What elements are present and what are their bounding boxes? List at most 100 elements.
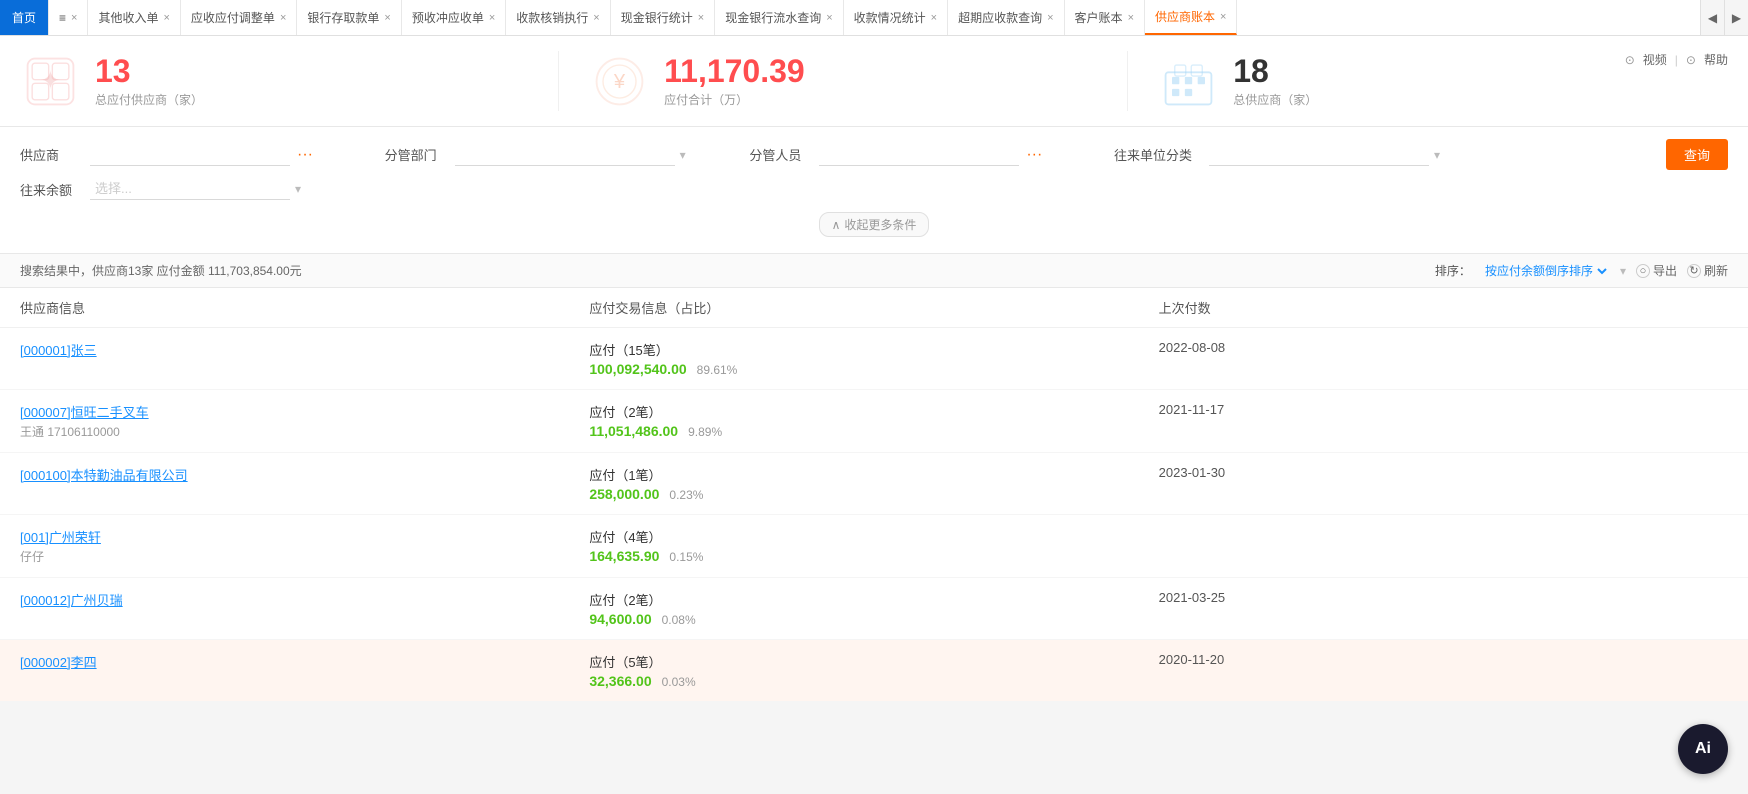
sort-chevron-icon[interactable]: ▾ xyxy=(1620,264,1626,278)
supplier-link[interactable]: [000001]张三 xyxy=(20,340,589,359)
stat-number-1: 13 xyxy=(95,55,528,87)
supplier-link[interactable]: [000002]李四 xyxy=(20,652,589,671)
supplier-info-cell: [000007]恒旺二手叉车 王通 17106110000 xyxy=(20,402,589,440)
stat-block-payable-suppliers: ✦ 13 总应付供应商（家） xyxy=(20,51,559,111)
table-row: [000001]张三 应付（15笔） 100,092,540.00 89.61%… xyxy=(0,328,1748,390)
person-filter-label: 分管人员 xyxy=(749,145,814,164)
export-label: 导出 xyxy=(1653,262,1677,279)
supplier-link[interactable]: [001]广州荣轩 xyxy=(20,527,589,546)
collapse-label: 收起更多条件 xyxy=(844,216,916,233)
last-pay-cell: 2023-01-30 xyxy=(1159,465,1728,480)
sort-select[interactable]: 按应付余额倒序排序 xyxy=(1481,263,1610,279)
nav-arrow-left[interactable]: ◀ xyxy=(1700,0,1724,36)
nav-tab-menu[interactable]: ≡ × xyxy=(49,0,88,35)
filter-area: 供应商 ··· 分管部门 ▾ 分管人员 ··· 往来单位分类 ▾ 查询 往来余额 xyxy=(0,127,1748,254)
help-icon: ⊙ xyxy=(1686,53,1696,67)
tx-label: 应付（5笔） xyxy=(589,652,1158,671)
collapse-button[interactable]: ∧ 收起更多条件 xyxy=(819,212,930,237)
stat-number-3: 18 xyxy=(1233,55,1564,87)
filter-group-department: 分管部门 ▾ xyxy=(385,144,740,166)
nav-home[interactable]: 首页 xyxy=(0,0,49,35)
top-navigation: 首页 ≡ × 其他收入单 × 应收应付调整单 × 银行存取款单 × 预收冲应收单… xyxy=(0,0,1748,36)
last-pay-cell: 2021-03-25 xyxy=(1159,590,1728,605)
tx-label: 应付（2笔） xyxy=(589,402,1158,421)
stat-icon-1: ✦ xyxy=(20,51,80,111)
tx-percent: 0.03% xyxy=(662,675,696,689)
supplier-link[interactable]: [000007]恒旺二手叉车 xyxy=(20,402,589,421)
nav-tab-overdue[interactable]: 超期应收款查询 × xyxy=(948,0,1064,35)
filter-group-category: 往来单位分类 ▾ xyxy=(1114,144,1646,166)
video-link[interactable]: 视频 xyxy=(1643,51,1667,68)
transaction-info-cell: 应付（2笔） 94,600.00 0.08% xyxy=(589,590,1158,627)
transaction-info-cell: 应付（15笔） 100,092,540.00 89.61% xyxy=(589,340,1158,377)
ai-label: Ai xyxy=(1695,740,1711,758)
supplier-sub: 王通 17106110000 xyxy=(20,423,589,440)
nav-tab-supplier-ledger[interactable]: 供应商账本 × xyxy=(1145,0,1237,35)
person-dots-icon[interactable]: ··· xyxy=(1026,146,1042,164)
table-row: [000012]广州贝瑞 应付（2笔） 94,600.00 0.08% 2021… xyxy=(0,578,1748,640)
nav-tab-prepay[interactable]: 预收冲应收单 × xyxy=(402,0,506,35)
supplier-info-cell: [000002]李四 xyxy=(20,652,589,671)
nav-tab-collection[interactable]: 收款核销执行 × xyxy=(506,0,610,35)
person-input[interactable] xyxy=(819,144,1019,166)
video-icon: ⊙ xyxy=(1625,53,1635,67)
export-button[interactable]: ○ 导出 xyxy=(1636,262,1677,279)
help-link[interactable]: 帮助 xyxy=(1704,51,1728,68)
supplier-link[interactable]: [000012]广州贝瑞 xyxy=(20,590,589,609)
department-chevron-icon[interactable]: ▾ xyxy=(680,148,686,162)
stat-text-2: 11,170.39 应付合计（万） xyxy=(664,55,1097,108)
tx-label: 应付（2笔） xyxy=(589,590,1158,609)
column-tx-info: 应付交易信息（占比） xyxy=(589,298,1158,317)
department-input[interactable] xyxy=(455,144,675,166)
export-icon: ○ xyxy=(1636,264,1650,278)
supplier-link[interactable]: [000100]本特勤油品有限公司 xyxy=(20,465,589,484)
refresh-icon: ↻ xyxy=(1687,264,1701,278)
help-bar: ⊙ 视频 | ⊙ 帮助 xyxy=(1625,51,1728,68)
tx-amount[interactable]: 32,366.00 xyxy=(589,673,651,689)
tx-amount[interactable]: 11,051,486.00 xyxy=(589,423,678,439)
nav-tab-cash-flow[interactable]: 现金银行流水查询 × xyxy=(715,0,843,35)
balance-input[interactable] xyxy=(90,178,290,200)
supplier-dots-icon[interactable]: ··· xyxy=(297,146,313,164)
last-pay-cell: 2022-08-08 xyxy=(1159,340,1728,355)
supplier-sub: 仔仔 xyxy=(20,548,589,565)
nav-tab-customer-ledger[interactable]: 客户账本 × xyxy=(1065,0,1145,35)
nav-tab-bank[interactable]: 银行存取款单 × xyxy=(297,0,401,35)
nav-arrow-right[interactable]: ▶ xyxy=(1724,0,1748,36)
query-button[interactable]: 查询 xyxy=(1666,139,1728,170)
last-pay-cell: 2021-11-17 xyxy=(1159,402,1728,417)
tx-row: 164,635.90 0.15% xyxy=(589,546,1158,564)
stat-label-3: 总供应商（家） xyxy=(1233,91,1564,108)
table-row: [000100]本特勤油品有限公司 应付（1笔） 258,000.00 0.23… xyxy=(0,453,1748,515)
refresh-button[interactable]: ↻ 刷新 xyxy=(1687,262,1728,279)
column-supplier-info: 供应商信息 xyxy=(20,298,589,317)
svg-text:✦: ✦ xyxy=(39,66,61,94)
supplier-info-cell: [000012]广州贝瑞 xyxy=(20,590,589,609)
table-row: [000007]恒旺二手叉车 王通 17106110000 应付（2笔） 11,… xyxy=(0,390,1748,453)
collapse-chevron-icon: ∧ xyxy=(832,218,841,232)
tx-amount[interactable]: 164,635.90 xyxy=(589,548,659,564)
balance-chevron-icon[interactable]: ▾ xyxy=(295,182,301,196)
tx-amount[interactable]: 100,092,540.00 xyxy=(589,361,686,377)
result-summary: 搜索结果中，供应商13家 应付金额 111,703,854.00元 xyxy=(20,262,302,279)
ai-button[interactable]: Ai xyxy=(1678,724,1728,774)
supplier-info-cell: [000001]张三 xyxy=(20,340,589,359)
nav-tab-cash-stat[interactable]: 现金银行统计 × xyxy=(611,0,715,35)
tx-amount[interactable]: 258,000.00 xyxy=(589,486,659,502)
nav-tab-other-income[interactable]: 其他收入单 × xyxy=(88,0,180,35)
result-bar: 搜索结果中，供应商13家 应付金额 111,703,854.00元 排序： 按应… xyxy=(0,254,1748,288)
supplier-info-cell: [000100]本特勤油品有限公司 xyxy=(20,465,589,484)
category-input[interactable] xyxy=(1209,144,1429,166)
nav-tab-adjustment[interactable]: 应收应付调整单 × xyxy=(181,0,297,35)
tx-amount[interactable]: 94,600.00 xyxy=(589,611,651,627)
transaction-info-cell: 应付（1笔） 258,000.00 0.23% xyxy=(589,465,1158,502)
category-chevron-icon[interactable]: ▾ xyxy=(1434,148,1440,162)
supplier-input[interactable] xyxy=(90,144,290,166)
nav-tab-collection-stat[interactable]: 收款情况统计 × xyxy=(844,0,948,35)
tx-label: 应付（4笔） xyxy=(589,527,1158,546)
stat-number-2: 11,170.39 xyxy=(664,55,1097,87)
tx-row: 32,366.00 0.03% xyxy=(589,671,1158,689)
data-table: 供应商信息 应付交易信息（占比） 上次付数 [000001]张三 应付（15笔）… xyxy=(0,288,1748,702)
last-pay-cell: 2020-11-20 xyxy=(1159,652,1728,667)
filter-row-1: 供应商 ··· 分管部门 ▾ 分管人员 ··· 往来单位分类 ▾ 查询 xyxy=(20,139,1728,170)
